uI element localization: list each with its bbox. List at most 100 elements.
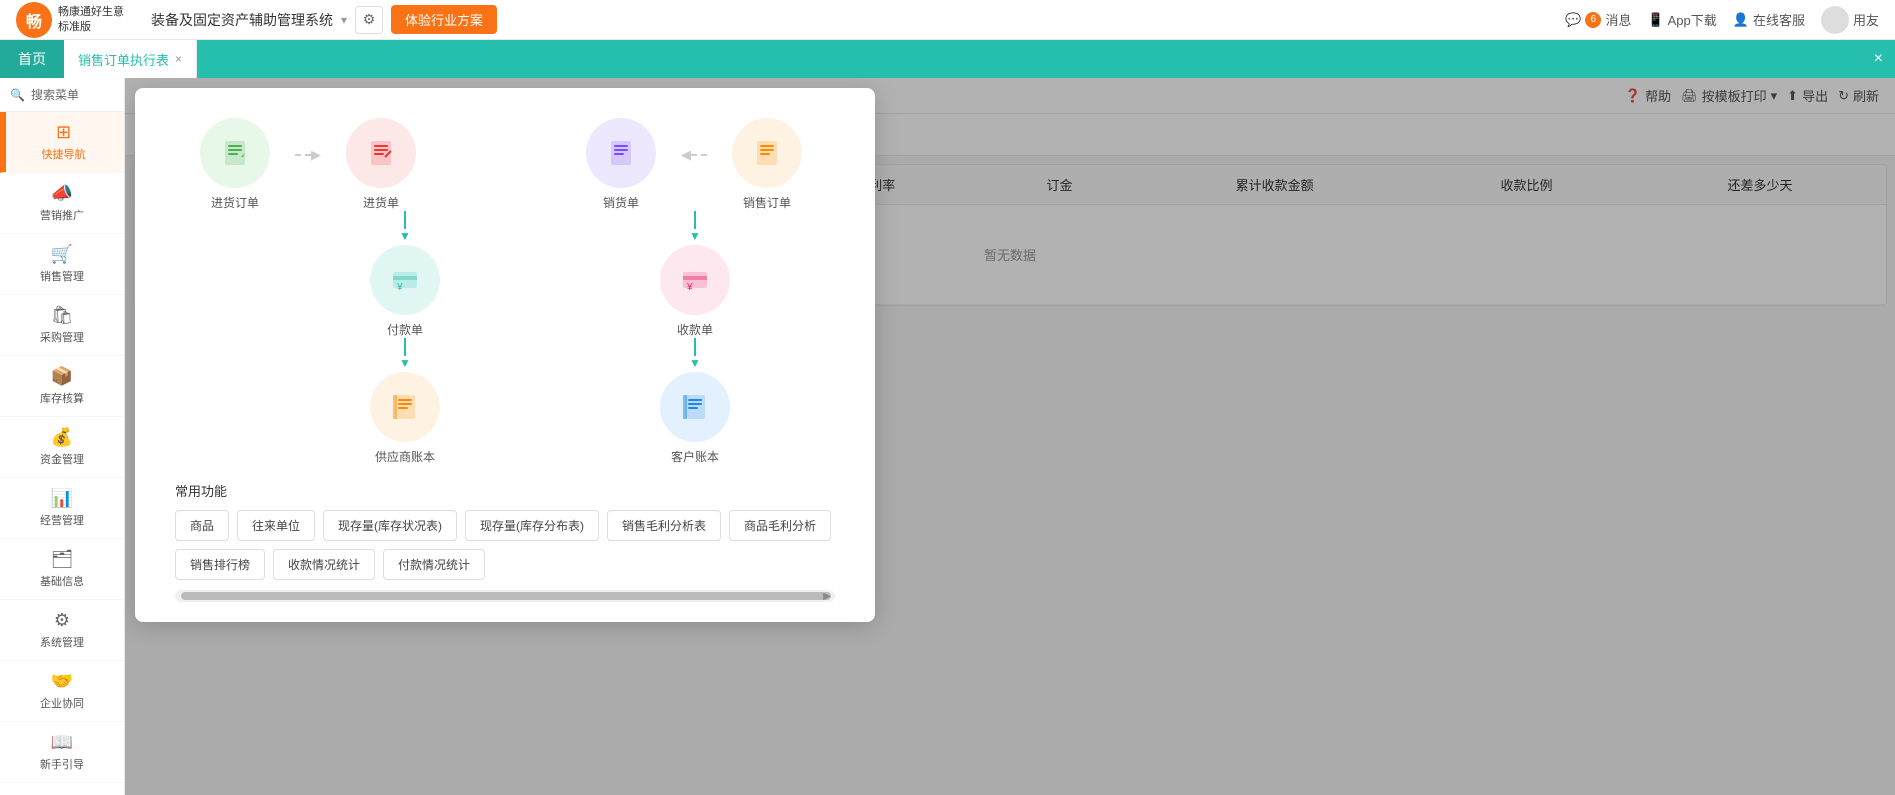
tab-active-label: 销售订单执行表 bbox=[78, 50, 169, 69]
online-service-button[interactable]: 👤 在线客服 bbox=[1733, 10, 1805, 29]
func-btn-product-profit[interactable]: 商品毛利分析 bbox=[729, 510, 831, 541]
sidebar-item-purchase[interactable]: 🛍 采购管理 bbox=[0, 295, 124, 356]
sales-label: 销售管理 bbox=[40, 268, 84, 284]
main-layout: 🔍 搜索菜单 ⊞ 快捷导航 📣 营销推广 🛒 销售管理 🛍 采购管理 📦 库存核… bbox=[0, 78, 1895, 795]
func-btn-product[interactable]: 商品 bbox=[175, 510, 229, 541]
payment-label: 付款单 bbox=[387, 321, 423, 338]
window-close-button[interactable]: × bbox=[1874, 50, 1895, 68]
basicinfo-icon: 🗂 bbox=[51, 549, 74, 570]
sidebar-item-finance[interactable]: 💰 资金管理 bbox=[0, 417, 124, 478]
logo: 畅 畅康通好生意 标准版 bbox=[16, 2, 141, 38]
cooperation-label: 企业协同 bbox=[40, 695, 84, 711]
sidebar-item-sales[interactable]: 🛒 销售管理 bbox=[0, 234, 124, 295]
common-funcs-title: 常用功能 bbox=[175, 481, 835, 500]
tab-home[interactable]: 首页 bbox=[0, 40, 64, 78]
message-button[interactable]: 💬 6 消息 bbox=[1565, 10, 1631, 29]
node-sales-order[interactable]: 销售订单 bbox=[707, 118, 827, 211]
app-download-button[interactable]: 📱 App下载 bbox=[1647, 10, 1716, 29]
avatar-img bbox=[1821, 6, 1849, 34]
func-btn-row-1: 商品 往来单位 现存量(库存状况表) 现存量(库存分布表) 销售毛利分析表 商品… bbox=[175, 510, 835, 541]
func-btn-sales-profit[interactable]: 销售毛利分析表 bbox=[607, 510, 721, 541]
svg-text:¥: ¥ bbox=[396, 282, 403, 293]
logo-icon: 畅 bbox=[16, 2, 52, 38]
purchase-bill-icon bbox=[346, 118, 416, 188]
func-btn-inventory-dist[interactable]: 现存量(库存分布表) bbox=[465, 510, 599, 541]
modal-scrollbar[interactable]: ▶ bbox=[175, 590, 835, 602]
sidebar: 🔍 搜索菜单 ⊞ 快捷导航 📣 营销推广 🛒 销售管理 🛍 采购管理 📦 库存核… bbox=[0, 78, 125, 795]
operation-label: 经营管理 bbox=[40, 512, 84, 528]
flow-row-2: ¥ 付款单 bbox=[175, 245, 835, 338]
supplier-ledger-icon bbox=[370, 372, 440, 442]
trial-button[interactable]: 体验行业方案 bbox=[391, 5, 497, 34]
node-receipt[interactable]: ¥ 收款单 bbox=[635, 245, 755, 338]
supplier-ledger-label: 供应商账本 bbox=[375, 448, 435, 465]
node-purchase-order[interactable]: 进货订单 bbox=[175, 118, 295, 211]
modal-overlay[interactable]: 进货订单 ▶ bbox=[125, 78, 1895, 795]
sidebar-item-basicinfo[interactable]: 🗂 基础信息 bbox=[0, 539, 124, 600]
sidebar-item-marketing[interactable]: 📣 营销推广 bbox=[0, 173, 124, 234]
app-icon: 📱 bbox=[1647, 12, 1663, 28]
func-btn-row-2: 销售排行榜 收款情况统计 付款情况统计 bbox=[175, 549, 835, 580]
marketing-icon: 📣 bbox=[51, 183, 73, 204]
settings-button[interactable]: ⚙ bbox=[355, 6, 383, 34]
sidebar-item-newbie[interactable]: 📖 新手引导 bbox=[0, 722, 124, 783]
tab-close-button[interactable]: × bbox=[175, 52, 182, 66]
marketing-label: 营销推广 bbox=[40, 207, 84, 223]
flow-row-3: 供应商账本 bbox=[175, 372, 835, 465]
service-icon: 👤 bbox=[1733, 12, 1749, 28]
payment-icon: ¥ bbox=[370, 245, 440, 315]
node-customer-ledger[interactable]: 客户账本 bbox=[635, 372, 755, 465]
node-sales-bill[interactable]: 销货单 bbox=[561, 118, 681, 211]
node-supplier-ledger[interactable]: 供应商账本 bbox=[345, 372, 465, 465]
top-bar: 畅 畅康通好生意 标准版 装备及固定资产辅助管理系统 ▾ ⚙ 体验行业方案 💬 … bbox=[0, 0, 1895, 40]
sidebar-item-cooperation[interactable]: 🤝 企业协同 bbox=[0, 661, 124, 722]
purchase-label: 采购管理 bbox=[40, 329, 84, 345]
sales-bill-label: 销货单 bbox=[603, 194, 639, 211]
search-icon: 🔍 bbox=[10, 88, 25, 102]
func-btn-counterparty[interactable]: 往来单位 bbox=[237, 510, 315, 541]
system-label: 系统管理 bbox=[40, 634, 84, 650]
sidebar-item-inventory[interactable]: 📦 库存核算 bbox=[0, 356, 124, 417]
purchase-icon: 🛍 bbox=[51, 305, 74, 326]
func-btn-sales-rank[interactable]: 销售排行榜 bbox=[175, 549, 265, 580]
node-purchase-bill[interactable]: 进货单 bbox=[321, 118, 441, 211]
sales-order-icon bbox=[732, 118, 802, 188]
top-bar-right: 💬 6 消息 📱 App下载 👤 在线客服 用友 bbox=[1565, 6, 1879, 34]
func-btn-receipt-stats[interactable]: 收款情况统计 bbox=[273, 549, 375, 580]
flow-diagram: 进货订单 ▶ bbox=[175, 118, 835, 465]
func-btn-inventory-status[interactable]: 现存量(库存状况表) bbox=[323, 510, 457, 541]
tab-bar: 首页 销售订单执行表 × × bbox=[0, 40, 1895, 78]
flow-arrows-row: ▼ ▼ bbox=[175, 211, 835, 243]
newbie-icon: 📖 bbox=[51, 732, 73, 753]
inventory-icon: 📦 bbox=[51, 366, 73, 387]
sales-bill-icon bbox=[586, 118, 656, 188]
tab-active[interactable]: 销售订单执行表 × bbox=[64, 40, 197, 78]
sidebar-item-operation[interactable]: 📊 经营管理 bbox=[0, 478, 124, 539]
purchase-bill-label: 进货单 bbox=[363, 194, 399, 211]
finance-icon: 💰 bbox=[51, 427, 73, 448]
sidebar-item-quick-nav[interactable]: ⊞ 快捷导航 bbox=[0, 112, 124, 173]
quick-nav-icon: ⊞ bbox=[56, 122, 71, 143]
message-badge: 6 bbox=[1585, 12, 1601, 28]
flow-arrows-row2: ▼ ▼ bbox=[175, 338, 835, 370]
sidebar-item-system[interactable]: ⚙ 系统管理 bbox=[0, 600, 124, 661]
logo-text: 畅康通好生意 标准版 bbox=[58, 5, 124, 34]
func-btn-payment-stats[interactable]: 付款情况统计 bbox=[383, 549, 485, 580]
active-bar bbox=[3, 112, 6, 172]
flow-modal: 进货订单 ▶ bbox=[135, 88, 875, 622]
common-funcs: 常用功能 商品 往来单位 现存量(库存状况表) 现存量(库存分布表) 销售毛利分… bbox=[175, 481, 835, 580]
cooperation-icon: 🤝 bbox=[51, 671, 73, 692]
sidebar-search[interactable]: 🔍 搜索菜单 bbox=[0, 78, 124, 112]
content-area: ❓ 帮助 🖨 按模板打印 ▾ ⬆ 导出 ↻ 刷新 bbox=[125, 78, 1895, 795]
system-dropdown-arrow[interactable]: ▾ bbox=[341, 13, 347, 27]
user-avatar[interactable]: 用友 bbox=[1821, 6, 1879, 34]
node-payment[interactable]: ¥ 付款单 bbox=[345, 245, 465, 338]
receipt-icon: ¥ bbox=[660, 245, 730, 315]
basicinfo-label: 基础信息 bbox=[40, 573, 84, 589]
system-icon: ⚙ bbox=[54, 610, 70, 631]
scroll-right-arrow[interactable]: ▶ bbox=[819, 590, 835, 602]
customer-ledger-icon bbox=[660, 372, 730, 442]
system-name: 装备及固定资产辅助管理系统 bbox=[151, 10, 333, 30]
system-title-area: 装备及固定资产辅助管理系统 ▾ ⚙ 体验行业方案 bbox=[141, 5, 1565, 34]
finance-label: 资金管理 bbox=[40, 451, 84, 467]
